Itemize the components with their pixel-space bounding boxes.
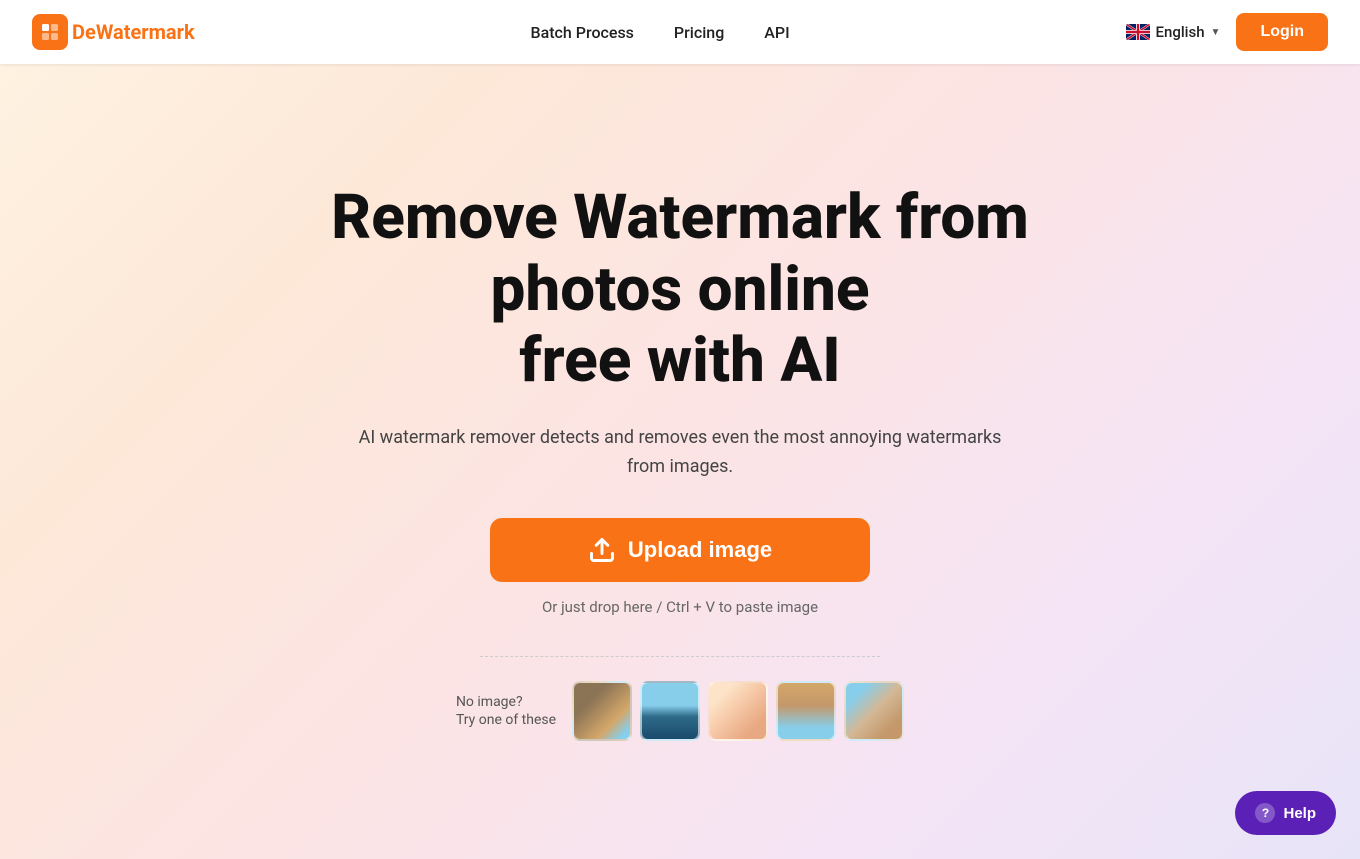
nav-api[interactable]: API bbox=[764, 23, 789, 42]
chevron-down-icon: ▼ bbox=[1211, 27, 1221, 38]
try-label: Try one of these bbox=[456, 712, 556, 728]
sample-thumb-2[interactable] bbox=[640, 681, 700, 741]
nav-batch-process[interactable]: Batch Process bbox=[531, 23, 634, 42]
logo-watermark: Watermark bbox=[96, 20, 195, 44]
nav-pricing[interactable]: Pricing bbox=[674, 23, 724, 42]
flag-icon bbox=[1126, 24, 1150, 40]
sample-thumb-4[interactable] bbox=[776, 681, 836, 741]
sample-label: No image? Try one of these bbox=[456, 694, 556, 728]
sample-thumb-3[interactable] bbox=[708, 681, 768, 741]
sample-thumb-1[interactable] bbox=[572, 681, 632, 741]
divider bbox=[480, 656, 880, 657]
logo[interactable]: DeWatermark bbox=[32, 14, 195, 50]
upload-image-button[interactable]: Upload image bbox=[490, 518, 870, 582]
header: DeWatermark Batch Process Pricing API En… bbox=[0, 0, 1360, 64]
hero-section: Remove Watermark from photos online free… bbox=[0, 0, 1360, 859]
no-image-label: No image? bbox=[456, 694, 523, 710]
logo-de: De bbox=[72, 20, 96, 44]
header-right: English ▼ Login bbox=[1126, 13, 1328, 51]
logo-icon bbox=[32, 14, 68, 50]
language-selector[interactable]: English ▼ bbox=[1126, 23, 1221, 41]
hero-title: Remove Watermark from photos online free… bbox=[230, 182, 1130, 396]
drop-hint: Or just drop here / Ctrl + V to paste im… bbox=[542, 598, 818, 616]
language-label: English bbox=[1156, 23, 1205, 41]
login-button[interactable]: Login bbox=[1236, 13, 1328, 51]
hero-subtitle: AI watermark remover detects and removes… bbox=[340, 424, 1020, 482]
help-icon: ? bbox=[1255, 803, 1275, 823]
help-button[interactable]: ? Help bbox=[1235, 791, 1336, 835]
upload-icon bbox=[588, 536, 616, 564]
main-nav: Batch Process Pricing API bbox=[531, 23, 790, 42]
sample-section: No image? Try one of these bbox=[456, 681, 904, 741]
sample-thumb-5[interactable] bbox=[844, 681, 904, 741]
sample-images bbox=[572, 681, 904, 741]
